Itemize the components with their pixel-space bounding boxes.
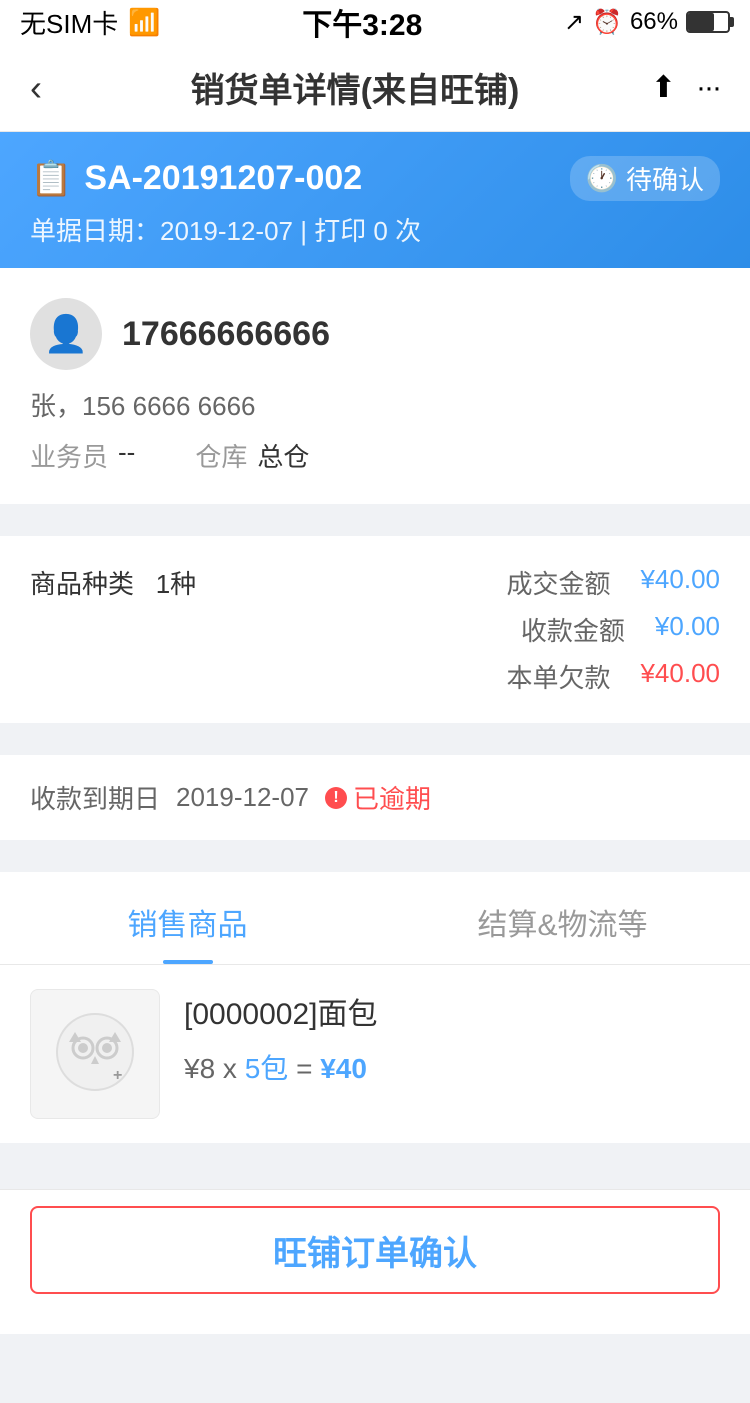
total-price: ¥40 [320, 1053, 367, 1084]
due-date-value: 2019-12-07 [176, 782, 309, 813]
confirm-order-button[interactable]: 旺铺订单确认 [30, 1206, 720, 1294]
product-types-label: 商品种类 [30, 569, 134, 599]
status-left: 无SIM卡 📶 [20, 4, 161, 41]
customer-top: 👤 17666666666 [30, 298, 720, 370]
warehouse-label: 仓库 [195, 437, 247, 474]
customer-section: 👤 17666666666 张，156 6666 6666 业务员 -- 仓库 … [0, 268, 750, 504]
customer-meta: 业务员 -- 仓库 总仓 [30, 437, 720, 474]
warehouse-item: 仓库 总仓 [195, 437, 309, 474]
received-amount: ¥0.00 [655, 611, 720, 648]
product-info: [0000002]面包 ¥8 x 5包 = ¥40 [184, 989, 720, 1087]
divider-1 [0, 520, 750, 536]
tab-sales-products[interactable]: 销售商品 [0, 872, 375, 964]
battery-fill [688, 13, 714, 31]
balance-label: 本单欠款 [506, 658, 610, 695]
time-display: 下午3:28 [302, 0, 422, 44]
back-button[interactable]: ‹ [30, 67, 90, 109]
product-types-value: 1种 [156, 569, 196, 599]
battery-icon [686, 11, 730, 33]
received-amount-row: 收款金额 ¥0.00 [521, 611, 720, 648]
status-right: ↗ ⏰ 66% [564, 8, 730, 37]
page-title: 销货单详情(来自旺铺) [90, 63, 620, 112]
customer-phone: 17666666666 [122, 315, 330, 354]
bottom-bar: 旺铺订单确认 [0, 1189, 750, 1334]
price-unit: ¥8 x [184, 1053, 245, 1084]
share-icon[interactable]: ⬆ [651, 70, 676, 105]
balance-row: 本单欠款 ¥40.00 [506, 658, 720, 695]
overdue-text: 已逾期 [353, 779, 431, 816]
order-status-badge: 🕐 待确认 [570, 156, 720, 201]
equals-sign: = [296, 1053, 320, 1084]
transaction-label: 成交金额 [506, 564, 610, 601]
clock-icon: 🕐 [586, 163, 618, 194]
tabs-header: 销售商品 结算&物流等 [0, 872, 750, 965]
divider-2 [0, 739, 750, 755]
nav-bar: ‹ 销货单详情(来自旺铺) ⬆ ··· [0, 44, 750, 132]
wifi-icon: 📶 [128, 7, 160, 38]
due-section: 收款到期日 2019-12-07 ! 已逾期 [0, 755, 750, 840]
location-icon: ↗ [564, 8, 584, 37]
battery-percent: 66% [630, 8, 678, 36]
order-header-top: 📋 SA-20191207-002 🕐 待确认 [30, 156, 720, 201]
avatar: 👤 [30, 298, 102, 370]
product-types-item: 商品种类 1种 [30, 564, 196, 601]
transaction-amount-row: 成交金额 ¥40.00 [506, 564, 720, 601]
nav-actions: ⬆ ··· [620, 70, 720, 105]
received-label: 收款金额 [521, 611, 625, 648]
order-header: 📋 SA-20191207-002 🕐 待确认 单据日期：2019-12-07 … [0, 132, 750, 268]
tab-settlement-logistics[interactable]: 结算&物流等 [375, 872, 750, 964]
order-date: 单据日期：2019-12-07 | 打印 0 次 [30, 211, 720, 248]
product-item: + [0000002]面包 ¥8 x 5包 = ¥40 [0, 965, 750, 1143]
product-logo: + [55, 1012, 135, 1097]
due-date-label: 收款到期日 [30, 779, 160, 816]
overdue-icon: ! [325, 787, 347, 809]
status-bar: 无SIM卡 📶 下午3:28 ↗ ⏰ 66% [0, 0, 750, 44]
svg-text:+: + [113, 1067, 122, 1084]
overdue-badge: ! 已逾期 [325, 779, 431, 816]
summary-left: 商品种类 1种 [30, 564, 196, 601]
order-id: 📋 SA-20191207-002 [30, 159, 362, 199]
avatar-icon: 👤 [44, 313, 89, 355]
more-icon[interactable]: ··· [696, 71, 720, 105]
tabs-section: 销售商品 结算&物流等 [0, 872, 750, 1143]
warehouse-value: 总仓 [257, 437, 309, 474]
quantity-value: 5包 [245, 1053, 289, 1084]
product-image: + [30, 989, 160, 1119]
order-id-icon: 📋 [30, 159, 72, 199]
customer-name: 张，156 6666 6666 [30, 386, 720, 423]
summary-right: 成交金额 ¥40.00 收款金额 ¥0.00 本单欠款 ¥40.00 [506, 564, 720, 695]
brand-logo-icon: + [55, 1012, 135, 1092]
transaction-amount: ¥40.00 [640, 564, 720, 601]
carrier-label: 无SIM卡 [20, 4, 118, 41]
divider-3 [0, 856, 750, 872]
product-name: [0000002]面包 [184, 989, 720, 1033]
salesperson-value: -- [118, 437, 135, 474]
balance-amount: ¥40.00 [640, 658, 720, 695]
product-price-formula: ¥8 x 5包 = ¥40 [184, 1047, 720, 1087]
salesperson-item: 业务员 -- [30, 437, 135, 474]
summary-section: 商品种类 1种 成交金额 ¥40.00 收款金额 ¥0.00 本单欠款 ¥40.… [0, 536, 750, 723]
alarm-icon: ⏰ [592, 8, 622, 37]
salesperson-label: 业务员 [30, 437, 108, 474]
